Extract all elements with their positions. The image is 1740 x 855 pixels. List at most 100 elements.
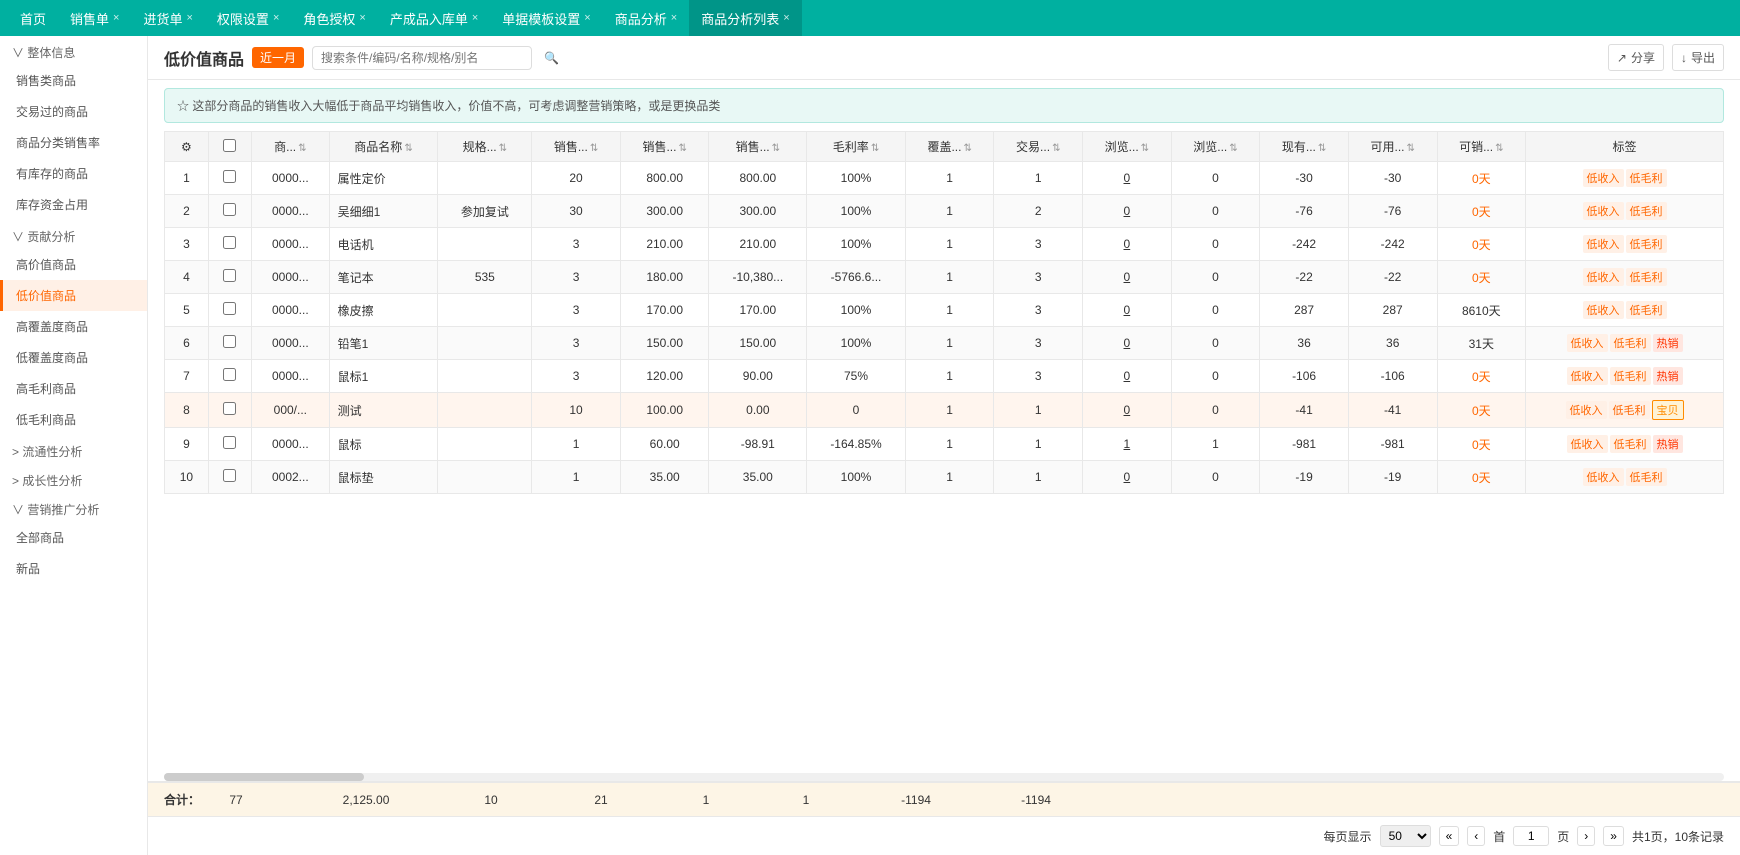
sidebar-group-growth[interactable]: > 成长性分析 <box>0 464 147 493</box>
nav-home[interactable]: 首页 <box>8 0 58 36</box>
col-sellable[interactable]: 可销...⇅ <box>1437 132 1526 162</box>
cell-checkbox[interactable] <box>208 360 251 393</box>
sidebar-group-contribution[interactable]: ∨ 贡献分析 <box>0 220 147 249</box>
sidebar-item-low-value[interactable]: 低价值商品 <box>0 280 147 311</box>
cell-checkbox[interactable] <box>208 261 251 294</box>
cell-checkbox[interactable] <box>208 327 251 360</box>
nav-role[interactable]: 角色授权 × <box>291 0 377 36</box>
scrollbar-thumb[interactable] <box>164 773 364 781</box>
nav-close-permission[interactable]: × <box>273 12 279 24</box>
sidebar-group-overall[interactable]: ∨ 整体信息 <box>0 36 147 65</box>
col-current-stock[interactable]: 现有...⇅ <box>1260 132 1349 162</box>
col-sales-amount[interactable]: 销售...⇅ <box>620 132 709 162</box>
row-checkbox[interactable] <box>223 269 236 282</box>
row-checkbox[interactable] <box>223 203 236 216</box>
row-checkbox[interactable] <box>223 436 236 449</box>
row-checkbox[interactable] <box>223 402 236 415</box>
last-page-button[interactable]: » <box>1603 826 1624 846</box>
sidebar-item-all-products[interactable]: 全部商品 <box>0 522 147 553</box>
nav-close-product-instock[interactable]: × <box>472 12 478 24</box>
sidebar-item-low-coverage[interactable]: 低覆盖度商品 <box>0 342 147 373</box>
col-checkbox[interactable] <box>208 132 251 162</box>
sidebar-item-high-value[interactable]: 高价值商品 <box>0 249 147 280</box>
prev-page-button[interactable]: ‹ <box>1467 826 1485 846</box>
row-checkbox[interactable] <box>223 368 236 381</box>
table-container[interactable]: ⚙ 商...⇅ 商品名称⇅ 规格...⇅ 销售...⇅ 销售...⇅ 销售...… <box>148 131 1740 773</box>
row-checkbox[interactable] <box>223 170 236 183</box>
nav-sales[interactable]: 销售单 × <box>58 0 131 36</box>
cell-checkbox[interactable] <box>208 461 251 494</box>
cell-name: 属性定价 <box>329 162 438 195</box>
first-page-button[interactable]: « <box>1439 826 1460 846</box>
cell-checkbox[interactable] <box>208 195 251 228</box>
row-checkbox[interactable] <box>223 469 236 482</box>
search-icon[interactable]: 🔍 <box>544 51 559 65</box>
col-sales-gross[interactable]: 销售...⇅ <box>709 132 807 162</box>
col-views1[interactable]: 浏览...⇅ <box>1083 132 1172 162</box>
cell-checkbox[interactable] <box>208 228 251 261</box>
sidebar-item-sales-products[interactable]: 销售类商品 <box>0 65 147 96</box>
nav-product-analysis[interactable]: 商品分析 × <box>603 0 689 36</box>
nav-close-purchase[interactable]: × <box>186 12 192 24</box>
col-transactions[interactable]: 交易...⇅ <box>994 132 1083 162</box>
period-tag[interactable]: 近一月 <box>252 47 304 68</box>
sidebar-item-stock-capital[interactable]: 库存资金占用 <box>0 189 147 220</box>
sidebar-group-liquidity[interactable]: > 流通性分析 <box>0 435 147 464</box>
horizontal-scrollbar[interactable] <box>164 773 1724 781</box>
col-available[interactable]: 可用...⇅ <box>1348 132 1437 162</box>
sidebar-item-low-profit[interactable]: 低毛利商品 <box>0 404 147 435</box>
sidebar-item-high-profit[interactable]: 高毛利商品 <box>0 373 147 404</box>
cell-views1[interactable]: 0 <box>1083 195 1172 228</box>
gear-icon[interactable]: ⚙ <box>181 140 192 154</box>
cell-checkbox[interactable] <box>208 428 251 461</box>
nav-close-analysis-list[interactable]: × <box>783 12 789 24</box>
sidebar-item-new-products[interactable]: 新品 <box>0 553 147 584</box>
cell-tags: 低收入低毛利 <box>1526 228 1724 261</box>
nav-product-instock[interactable]: 产成品入库单 × <box>378 0 490 36</box>
cell-views1[interactable]: 0 <box>1083 228 1172 261</box>
sidebar-item-category-rate[interactable]: 商品分类销售率 <box>0 127 147 158</box>
row-checkbox[interactable] <box>223 236 236 249</box>
col-views2[interactable]: 浏览...⇅ <box>1171 132 1260 162</box>
cell-views1[interactable]: 0 <box>1083 461 1172 494</box>
sidebar-group-marketing[interactable]: ∨ 营销推广分析 <box>0 493 147 522</box>
nav-permission[interactable]: 权限设置 × <box>205 0 291 36</box>
cell-views1[interactable]: 0 <box>1083 327 1172 360</box>
sidebar-item-traded[interactable]: 交易过的商品 <box>0 96 147 127</box>
col-name[interactable]: 商品名称⇅ <box>329 132 438 162</box>
cell-views1[interactable]: 0 <box>1083 294 1172 327</box>
row-checkbox[interactable] <box>223 335 236 348</box>
cell-checkbox[interactable] <box>208 393 251 428</box>
next-page-button[interactable]: › <box>1577 826 1595 846</box>
nav-analysis-list[interactable]: 商品分析列表 × <box>689 0 801 36</box>
col-code[interactable]: 商...⇅ <box>252 132 330 162</box>
col-sales-qty[interactable]: 销售...⇅ <box>532 132 621 162</box>
share-button[interactable]: ↗ 分享 <box>1608 44 1664 71</box>
nav-close-sales[interactable]: × <box>113 12 119 24</box>
row-checkbox[interactable] <box>223 302 236 315</box>
cell-views1[interactable]: 0 <box>1083 261 1172 294</box>
cell-views1[interactable]: 0 <box>1083 393 1172 428</box>
cell-views1[interactable]: 0 <box>1083 162 1172 195</box>
select-all-checkbox[interactable] <box>223 139 236 152</box>
col-coverage[interactable]: 覆盖...⇅ <box>905 132 994 162</box>
nav-purchase[interactable]: 进货单 × <box>131 0 204 36</box>
col-settings[interactable]: ⚙ <box>165 132 209 162</box>
cell-checkbox[interactable] <box>208 294 251 327</box>
sidebar-item-stock-products[interactable]: 有库存的商品 <box>0 158 147 189</box>
nav-close-template[interactable]: × <box>584 12 590 24</box>
col-gross-rate[interactable]: 毛利率⇅ <box>807 132 906 162</box>
nav-close-role[interactable]: × <box>359 12 365 24</box>
export-button[interactable]: ↓ 导出 <box>1672 44 1724 71</box>
search-input[interactable] <box>312 46 532 70</box>
col-spec[interactable]: 规格...⇅ <box>438 132 532 162</box>
page-input[interactable] <box>1513 826 1549 846</box>
nav-close-product-analysis[interactable]: × <box>671 12 677 24</box>
cell-checkbox[interactable] <box>208 162 251 195</box>
nav-template[interactable]: 单据模板设置 × <box>490 0 602 36</box>
page-size-select[interactable]: 50 100 200 <box>1380 825 1431 847</box>
sidebar-item-high-coverage[interactable]: 高覆盖度商品 <box>0 311 147 342</box>
data-table: ⚙ 商...⇅ 商品名称⇅ 规格...⇅ 销售...⇅ 销售...⇅ 销售...… <box>164 131 1724 494</box>
cell-views1[interactable]: 1 <box>1083 428 1172 461</box>
cell-views1[interactable]: 0 <box>1083 360 1172 393</box>
